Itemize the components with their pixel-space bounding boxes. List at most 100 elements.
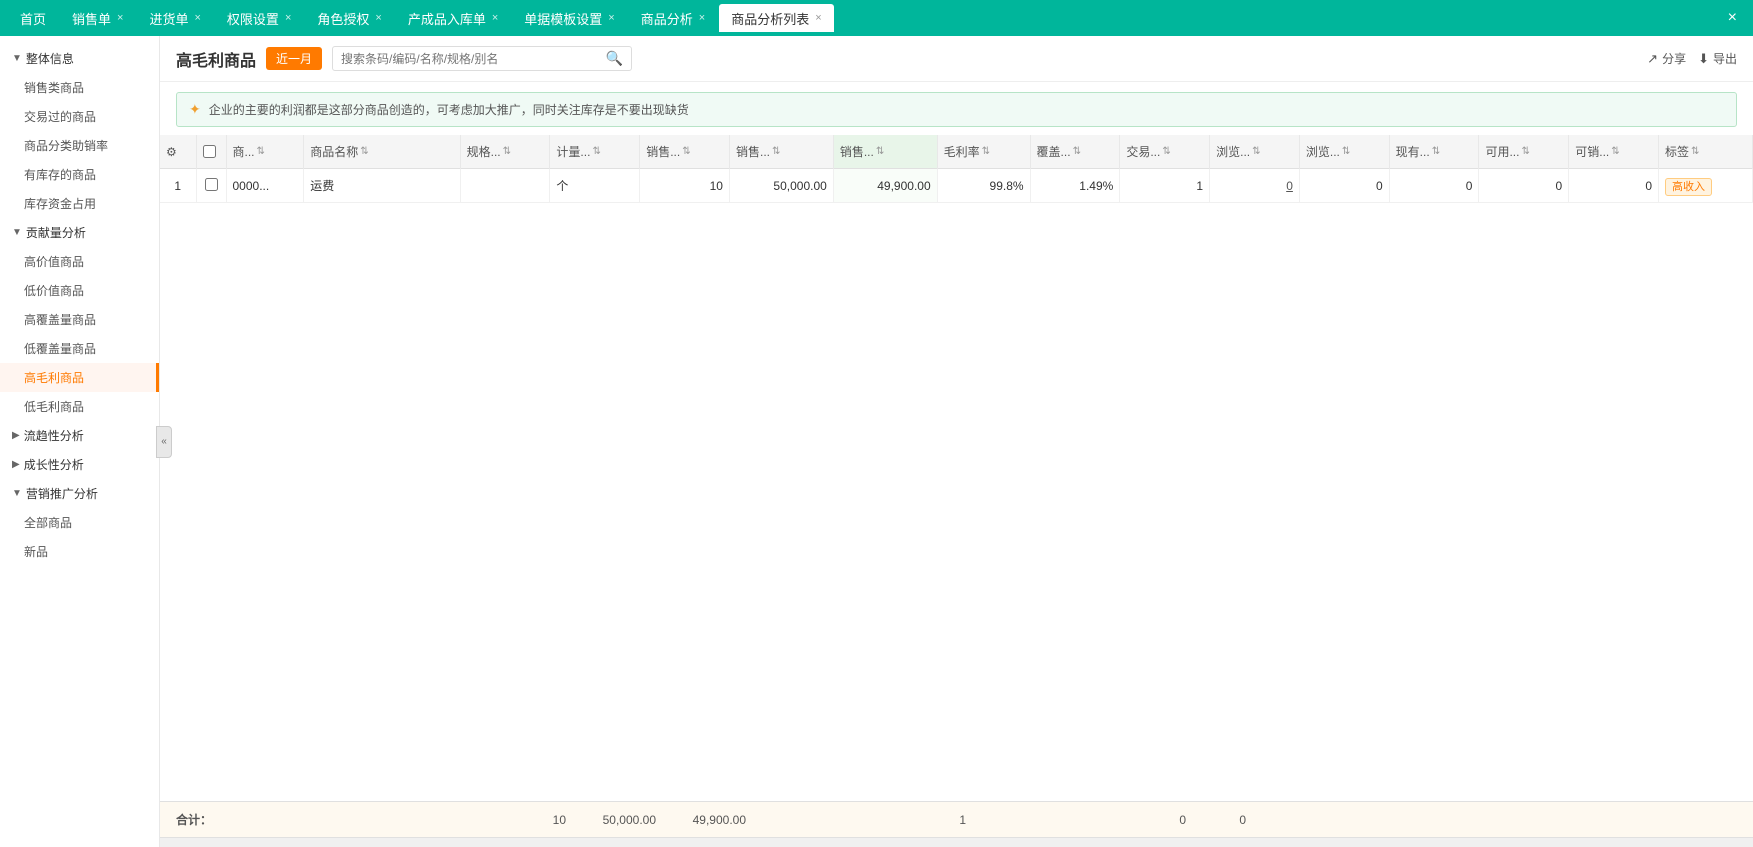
col-transactions[interactable]: 交易... ⇅ <box>1120 135 1210 169</box>
col-available[interactable]: 可用... ⇅ <box>1479 135 1569 169</box>
info-icon: ✦ <box>189 101 201 118</box>
sort-icon: ⇅ <box>1521 146 1529 157</box>
col-unit[interactable]: 计量... ⇅ <box>550 135 640 169</box>
tab-product-in[interactable]: 产成品入库单 × <box>396 4 510 32</box>
col-views2[interactable]: 浏览... ⇅ <box>1299 135 1389 169</box>
sort-icon: ⇅ <box>1691 146 1699 157</box>
sidebar-item-low-value[interactable]: 低价值商品 <box>0 276 159 305</box>
table-row: 1 0000... 运费 <box>160 169 1753 203</box>
col-settings[interactable]: ⚙ <box>160 135 196 169</box>
arrow-right-icon: ▶ <box>12 430 20 441</box>
sidebar: ▼ 整体信息 销售类商品 交易过的商品 商品分类助销率 有库存的商品 库存资金占… <box>0 36 160 847</box>
sidebar-item-all-goods[interactable]: 全部商品 <box>0 508 159 537</box>
cell-index: 1 <box>160 169 196 203</box>
sidebar-item-traded-goods[interactable]: 交易过的商品 <box>0 102 159 131</box>
sidebar-wrapper: ▼ 整体信息 销售类商品 交易过的商品 商品分类助销率 有库存的商品 库存资金占… <box>0 36 160 847</box>
sidebar-item-high-margin[interactable]: 高毛利商品 <box>0 363 159 392</box>
page-title: 高毛利商品 <box>176 47 256 71</box>
sidebar-section-contribution[interactable]: ▼ 贡献量分析 <box>0 218 159 247</box>
main-layout: ▼ 整体信息 销售类商品 交易过的商品 商品分类助销率 有库存的商品 库存资金占… <box>0 36 1753 847</box>
footer-transactions-val: 1 <box>912 813 972 827</box>
tab-role[interactable]: 角色授权 × <box>305 4 393 32</box>
footer-stock-val: 0 <box>1132 813 1192 827</box>
sidebar-item-new-goods[interactable]: 新品 <box>0 537 159 566</box>
arrow-down-icon: ▼ <box>12 488 22 499</box>
cell-sales-qty: 10 <box>640 169 730 203</box>
close-icon[interactable]: × <box>285 12 291 24</box>
close-icon[interactable]: × <box>375 12 381 24</box>
arrow-down-icon: ▼ <box>12 227 22 238</box>
col-code[interactable]: 商... ⇅ <box>226 135 304 169</box>
col-sales-amt[interactable]: 销售... ⇅ <box>729 135 833 169</box>
sidebar-item-high-value[interactable]: 高价值商品 <box>0 247 159 276</box>
sort-icon: ⇅ <box>1073 146 1081 157</box>
footer-available-val: 0 <box>1192 813 1252 827</box>
close-icon[interactable]: × <box>492 12 498 24</box>
filter-button[interactable]: 近一月 <box>266 47 322 70</box>
col-gross-margin[interactable]: 毛利率 ⇅ <box>937 135 1030 169</box>
sidebar-section-trend[interactable]: ▶ 流趋性分析 <box>0 421 159 450</box>
close-all-button[interactable]: × <box>1720 9 1745 27</box>
sidebar-item-low-coverage[interactable]: 低覆盖量商品 <box>0 334 159 363</box>
cell-spec <box>460 169 550 203</box>
cell-gross-margin: 99.8% <box>937 169 1030 203</box>
tab-template[interactable]: 单据模板设置 × <box>512 4 626 32</box>
sort-icon: ⇅ <box>1432 146 1440 157</box>
row-checkbox[interactable] <box>205 178 218 191</box>
tab-analysis-list[interactable]: 商品分析列表 × <box>719 4 833 32</box>
col-saleable[interactable]: 可销... ⇅ <box>1569 135 1659 169</box>
col-sales-cost[interactable]: 销售... ⇅ <box>833 135 937 169</box>
sidebar-collapse-button[interactable]: « <box>156 426 172 458</box>
sidebar-item-low-margin[interactable]: 低毛利商品 <box>0 392 159 421</box>
select-all-checkbox[interactable] <box>203 145 216 158</box>
sidebar-section-marketing[interactable]: ▼ 营销推广分析 <box>0 479 159 508</box>
sidebar-section-growth[interactable]: ▶ 成长性分析 <box>0 450 159 479</box>
tab-sales[interactable]: 销售单 × <box>60 4 135 32</box>
col-spec[interactable]: 规格... ⇅ <box>460 135 550 169</box>
close-icon[interactable]: × <box>194 12 200 24</box>
tab-purchase[interactable]: 进货单 × <box>137 4 212 32</box>
cell-transactions: 1 <box>1120 169 1210 203</box>
sidebar-item-high-coverage[interactable]: 高覆盖量商品 <box>0 305 159 334</box>
tab-analysis[interactable]: 商品分析 × <box>629 4 717 32</box>
col-sales-qty[interactable]: 销售... ⇅ <box>640 135 730 169</box>
top-nav: 首页 销售单 × 进货单 × 权限设置 × 角色授权 × 产成品入库单 × 单据… <box>0 0 1753 36</box>
sort-icon: ⇅ <box>1162 146 1170 157</box>
cell-saleable: 0 <box>1569 169 1659 203</box>
col-tag[interactable]: 标签 ⇅ <box>1659 135 1753 169</box>
search-input[interactable] <box>341 52 602 66</box>
sidebar-item-category-rate[interactable]: 商品分类助销率 <box>0 131 159 160</box>
sort-icon: ⇅ <box>1252 146 1260 157</box>
close-icon[interactable]: × <box>608 12 614 24</box>
sort-icon: ⇅ <box>257 146 265 157</box>
bottom-scrollbar[interactable] <box>160 837 1753 847</box>
close-icon[interactable]: × <box>699 12 705 24</box>
cell-available: 0 <box>1479 169 1569 203</box>
search-icon[interactable]: 🔍 <box>606 50 623 67</box>
export-button[interactable]: ⬇ 导出 <box>1698 50 1737 67</box>
export-icon: ⬇ <box>1698 51 1709 67</box>
close-icon[interactable]: × <box>117 12 123 24</box>
col-stock[interactable]: 现有... ⇅ <box>1389 135 1479 169</box>
cell-coverage: 1.49% <box>1030 169 1120 203</box>
cell-sales-cost: 49,900.00 <box>833 169 937 203</box>
tab-permission[interactable]: 权限设置 × <box>215 4 303 32</box>
col-coverage[interactable]: 覆盖... ⇅ <box>1030 135 1120 169</box>
search-box: 🔍 <box>332 46 632 71</box>
tab-home[interactable]: 首页 <box>8 4 58 32</box>
col-name[interactable]: 商品名称 ⇅ <box>304 135 460 169</box>
sidebar-item-sales-goods[interactable]: 销售类商品 <box>0 73 159 102</box>
sidebar-item-stock-capital[interactable]: 库存资金占用 <box>0 189 159 218</box>
cell-code: 0000... <box>226 169 304 203</box>
close-icon[interactable]: × <box>815 12 821 24</box>
footer-label: 合计： <box>176 811 212 828</box>
share-button[interactable]: ↗ 分享 <box>1647 50 1686 67</box>
col-views1[interactable]: 浏览... ⇅ <box>1210 135 1300 169</box>
sidebar-item-in-stock[interactable]: 有库存的商品 <box>0 160 159 189</box>
cell-unit: 个 <box>550 169 640 203</box>
info-banner: ✦ 企业的主要的利润都是这部分商品创造的，可考虑加大推广，同时关注库存是不要出现… <box>176 92 1737 127</box>
cell-views1[interactable]: 0 <box>1210 169 1300 203</box>
sidebar-section-overall[interactable]: ▼ 整体信息 <box>0 44 159 73</box>
sort-icon: ⇅ <box>876 146 884 157</box>
sort-icon: ⇅ <box>503 146 511 157</box>
